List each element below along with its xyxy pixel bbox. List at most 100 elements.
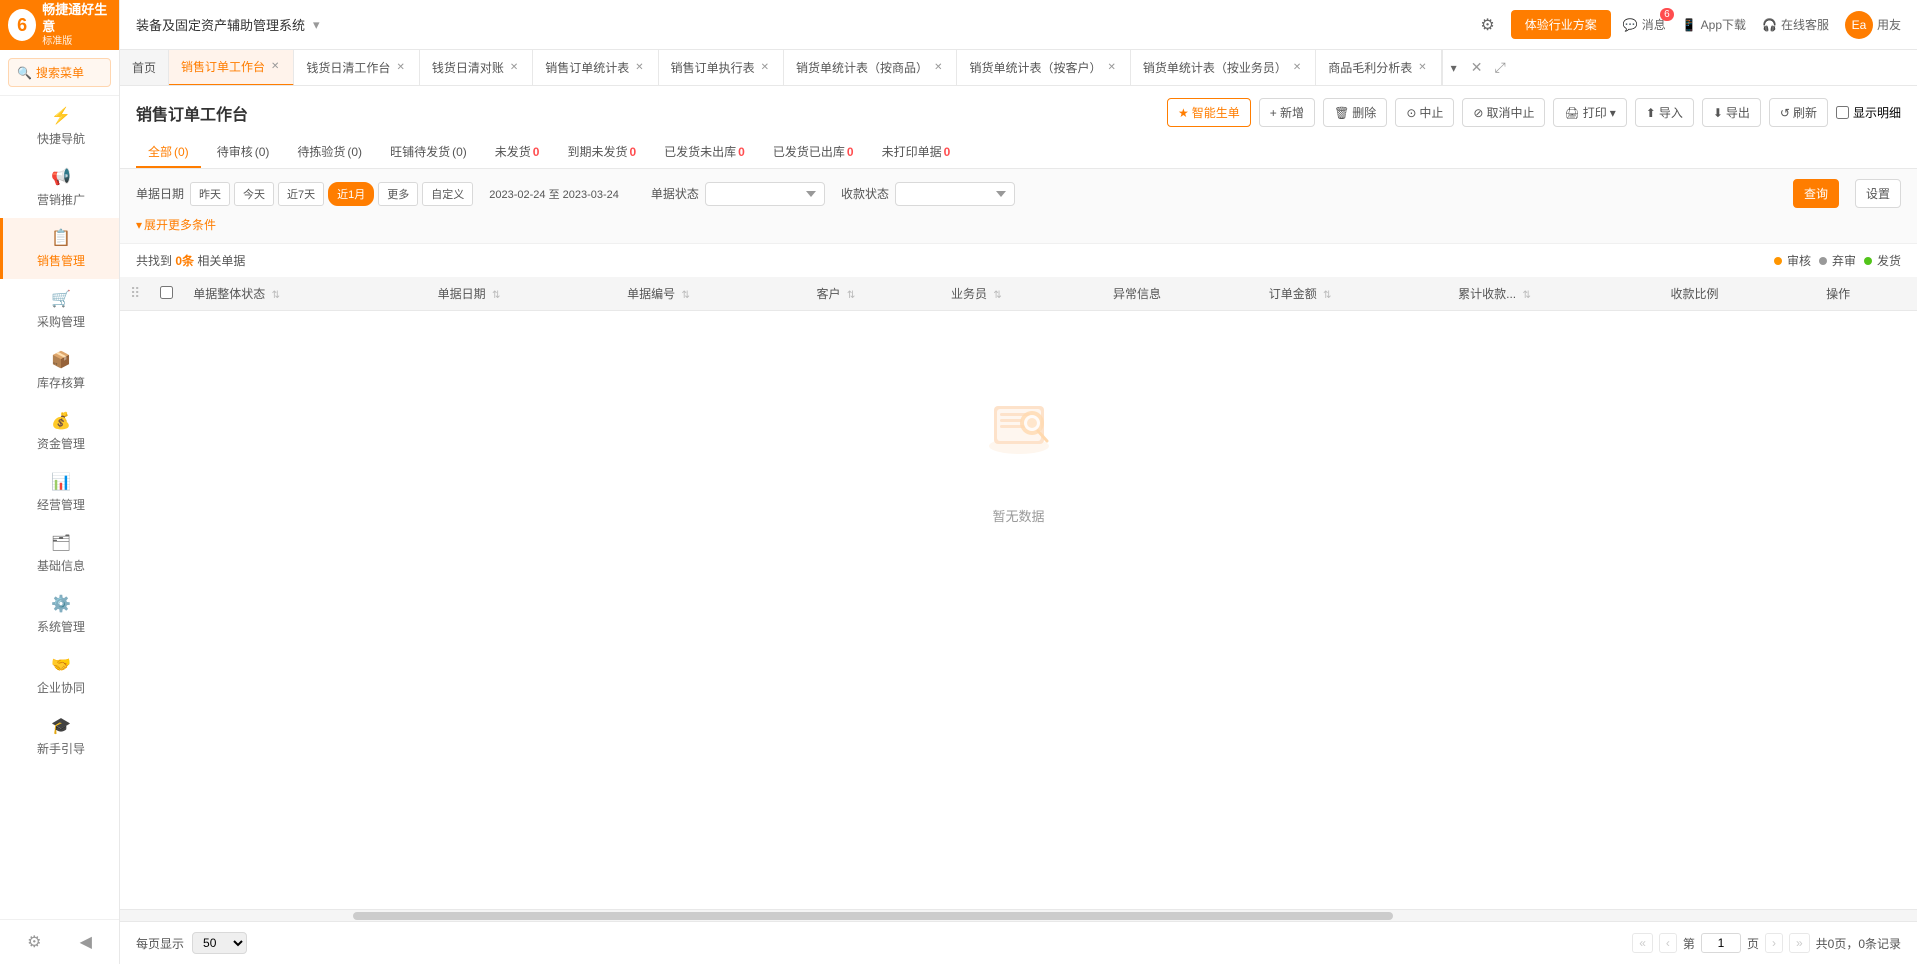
user-menu-button[interactable]: Ea 用友 [1845, 11, 1901, 39]
delete-button[interactable]: 🗑 删除 [1323, 98, 1387, 127]
sort-amount-icon[interactable]: ⇅ [1323, 290, 1331, 301]
sort-date-icon[interactable]: ⇅ [492, 290, 500, 301]
tab-close-icon[interactable]: ✕ [759, 60, 771, 75]
sidebar-item-guide[interactable]: 🎓 新手引导 [0, 706, 119, 767]
tab-close-icon[interactable]: ✕ [394, 60, 406, 75]
show-detail-toggle[interactable]: 显示明细 [1836, 104, 1901, 121]
page-suffix: 页 [1747, 935, 1759, 952]
filter-tab-shipped-out[interactable]: 已发货已出库0 [761, 137, 866, 168]
sidebar-item-sys-mgmt[interactable]: ⚙️ 系统管理 [0, 584, 119, 645]
collapse-sidebar-icon[interactable]: ◀ [76, 928, 96, 956]
tab-close-icon[interactable]: ✕ [1416, 60, 1428, 75]
print-icon: 🖨 [1564, 106, 1579, 120]
filter-tab-all[interactable]: 全部(0) [136, 137, 201, 168]
ship-action-button[interactable]: 发货 [1864, 252, 1901, 269]
search-menu-button[interactable]: 🔍 搜索菜单 [8, 58, 111, 87]
suspend-button[interactable]: ⊙ 中止 [1395, 98, 1454, 127]
date-btn-7days[interactable]: 近7天 [278, 182, 324, 206]
status-filter: 单据状态 [651, 182, 825, 206]
smart-gen-button[interactable]: ★ 智能生单 [1167, 98, 1251, 127]
settings-bottom-icon[interactable]: ⚙ [23, 928, 45, 956]
date-btn-today[interactable]: 今天 [234, 182, 274, 206]
filter-tab-not-shipped[interactable]: 未发货0 [483, 137, 552, 168]
app-download-button[interactable]: 📱 App下载 [1682, 16, 1746, 33]
tab-close-icon[interactable]: ✕ [269, 59, 281, 74]
page-prev-button[interactable]: ‹ [1659, 933, 1677, 953]
print-button[interactable]: 🖨 打印 ▾ [1553, 98, 1626, 127]
date-btn-1month[interactable]: 近1月 [328, 182, 374, 206]
tab-cash-daily[interactable]: 钱货日清工作台 ✕ [294, 50, 419, 86]
tab-close-all-button[interactable]: ✕ [1465, 50, 1489, 86]
filter-tab-overdue[interactable]: 到期未发货0 [555, 137, 648, 168]
sort-staff-icon[interactable]: ⇅ [993, 290, 1001, 301]
cancel-review-action-button[interactable]: 弃审 [1819, 252, 1856, 269]
import-button[interactable]: ⬆ 导入 [1635, 98, 1694, 127]
sort-collected-icon[interactable]: ⇅ [1522, 290, 1530, 301]
filter-tab-shipped-not-out[interactable]: 已发货未出库0 [652, 137, 757, 168]
marketing-icon: 📢 [51, 167, 71, 187]
date-btn-custom[interactable]: 自定义 [422, 182, 473, 206]
review-action-button[interactable]: 审核 [1774, 252, 1811, 269]
header-title-area: 装备及固定资产辅助管理系统 ▾ [136, 15, 1464, 34]
scrollbar-thumb[interactable] [353, 912, 1393, 920]
filter-tab-pending-review[interactable]: 待审核(0) [205, 137, 282, 168]
cta-button[interactable]: 体验行业方案 [1511, 10, 1611, 39]
tab-close-icon[interactable]: ✕ [932, 60, 944, 75]
filter-tab-pending-inspect[interactable]: 待拣验货(0) [285, 137, 374, 168]
refresh-button[interactable]: ↺ 刷新 [1769, 98, 1828, 127]
expand-filters-button[interactable]: ▾ 展开更多条件 [136, 216, 1901, 233]
message-button[interactable]: 💬 消息 6 [1623, 16, 1666, 33]
page-input[interactable] [1701, 933, 1741, 953]
sidebar-item-purchase[interactable]: 🛒 采购管理 [0, 279, 119, 340]
status-select[interactable] [705, 182, 825, 206]
date-btn-more[interactable]: 更多 [378, 182, 418, 206]
tab-sales-summary-staff[interactable]: 销货单统计表（按业务员） ✕ [1131, 50, 1316, 86]
sidebar-item-quick-nav[interactable]: ⚡ 快捷导航 [0, 96, 119, 157]
summary-bar: 共找到 0条 相关单据 审核 弃审 发货 [120, 244, 1917, 277]
sort-status-icon[interactable]: ⇅ [272, 290, 280, 301]
page-first-button[interactable]: « [1632, 933, 1653, 953]
sidebar-item-sales[interactable]: 📋 销售管理 [0, 218, 119, 279]
tab-sales-exec[interactable]: 销售订单执行表 ✕ [659, 50, 784, 86]
add-button[interactable]: + 新增 [1259, 98, 1315, 127]
tab-close-icon[interactable]: ✕ [633, 60, 645, 75]
date-btn-yesterday[interactable]: 昨天 [190, 182, 230, 206]
online-service-button[interactable]: 🎧 在线客服 [1762, 16, 1829, 33]
filter-tab-not-printed[interactable]: 未打印单据0 [870, 137, 963, 168]
sort-number-icon[interactable]: ⇅ [681, 290, 689, 301]
settings-button[interactable]: 设置 [1855, 179, 1901, 208]
tab-close-icon[interactable]: ✕ [508, 60, 520, 75]
th-status: 单据整体状态 ⇅ [183, 277, 427, 311]
tab-label: 销售订单工作台 [181, 58, 265, 75]
tab-sales-workbench[interactable]: 销售订单工作台 ✕ [169, 50, 294, 86]
page-next-button[interactable]: › [1765, 933, 1783, 953]
tab-maximize-button[interactable]: ⤢ [1488, 50, 1511, 86]
scrollbar-area[interactable] [120, 909, 1917, 921]
cancel-suspend-button[interactable]: ⊘ 取消中止 [1462, 98, 1545, 127]
tab-close-icon[interactable]: ✕ [1105, 60, 1117, 75]
tab-sales-summary-customer[interactable]: 销货单统计表（按客户） ✕ [957, 50, 1130, 86]
tab-home[interactable]: 首页 [120, 50, 169, 86]
per-page-select[interactable]: 50 10 20 100 [192, 932, 247, 954]
tab-sales-summary-product[interactable]: 销货单统计表（按商品） ✕ [784, 50, 957, 86]
select-all-checkbox[interactable] [160, 286, 173, 299]
page-last-button[interactable]: » [1789, 933, 1810, 953]
search-button[interactable]: 查询 [1793, 179, 1839, 208]
export-button[interactable]: ⬇ 导出 [1702, 98, 1761, 127]
sidebar-item-inventory[interactable]: 📦 库存核算 [0, 340, 119, 401]
filter-tab-wangpu[interactable]: 旺铺待发货(0) [378, 137, 479, 168]
sidebar-item-marketing[interactable]: 📢 营销推广 [0, 157, 119, 218]
sidebar-item-finance[interactable]: 💰 资金管理 [0, 401, 119, 462]
tab-cash-reconcile[interactable]: 钱货日清对账 ✕ [420, 50, 533, 86]
sidebar-item-corp-coop[interactable]: 🤝 企业协同 [0, 645, 119, 706]
sidebar-item-basic-info[interactable]: 🗂 基础信息 [0, 523, 119, 584]
tab-product-margin[interactable]: 商品毛利分析表 ✕ [1316, 50, 1441, 86]
sort-customer-icon[interactable]: ⇅ [847, 290, 855, 301]
sidebar-item-operations[interactable]: 📊 经营管理 [0, 462, 119, 523]
tab-close-icon[interactable]: ✕ [1291, 60, 1303, 75]
show-detail-checkbox[interactable] [1836, 106, 1849, 119]
tab-sales-stats[interactable]: 销售订单统计表 ✕ [533, 50, 658, 86]
payment-select[interactable] [895, 182, 1015, 206]
tab-nav-more-button[interactable]: ▾ [1442, 50, 1465, 86]
header-settings-icon[interactable]: ⚙ [1476, 11, 1498, 39]
